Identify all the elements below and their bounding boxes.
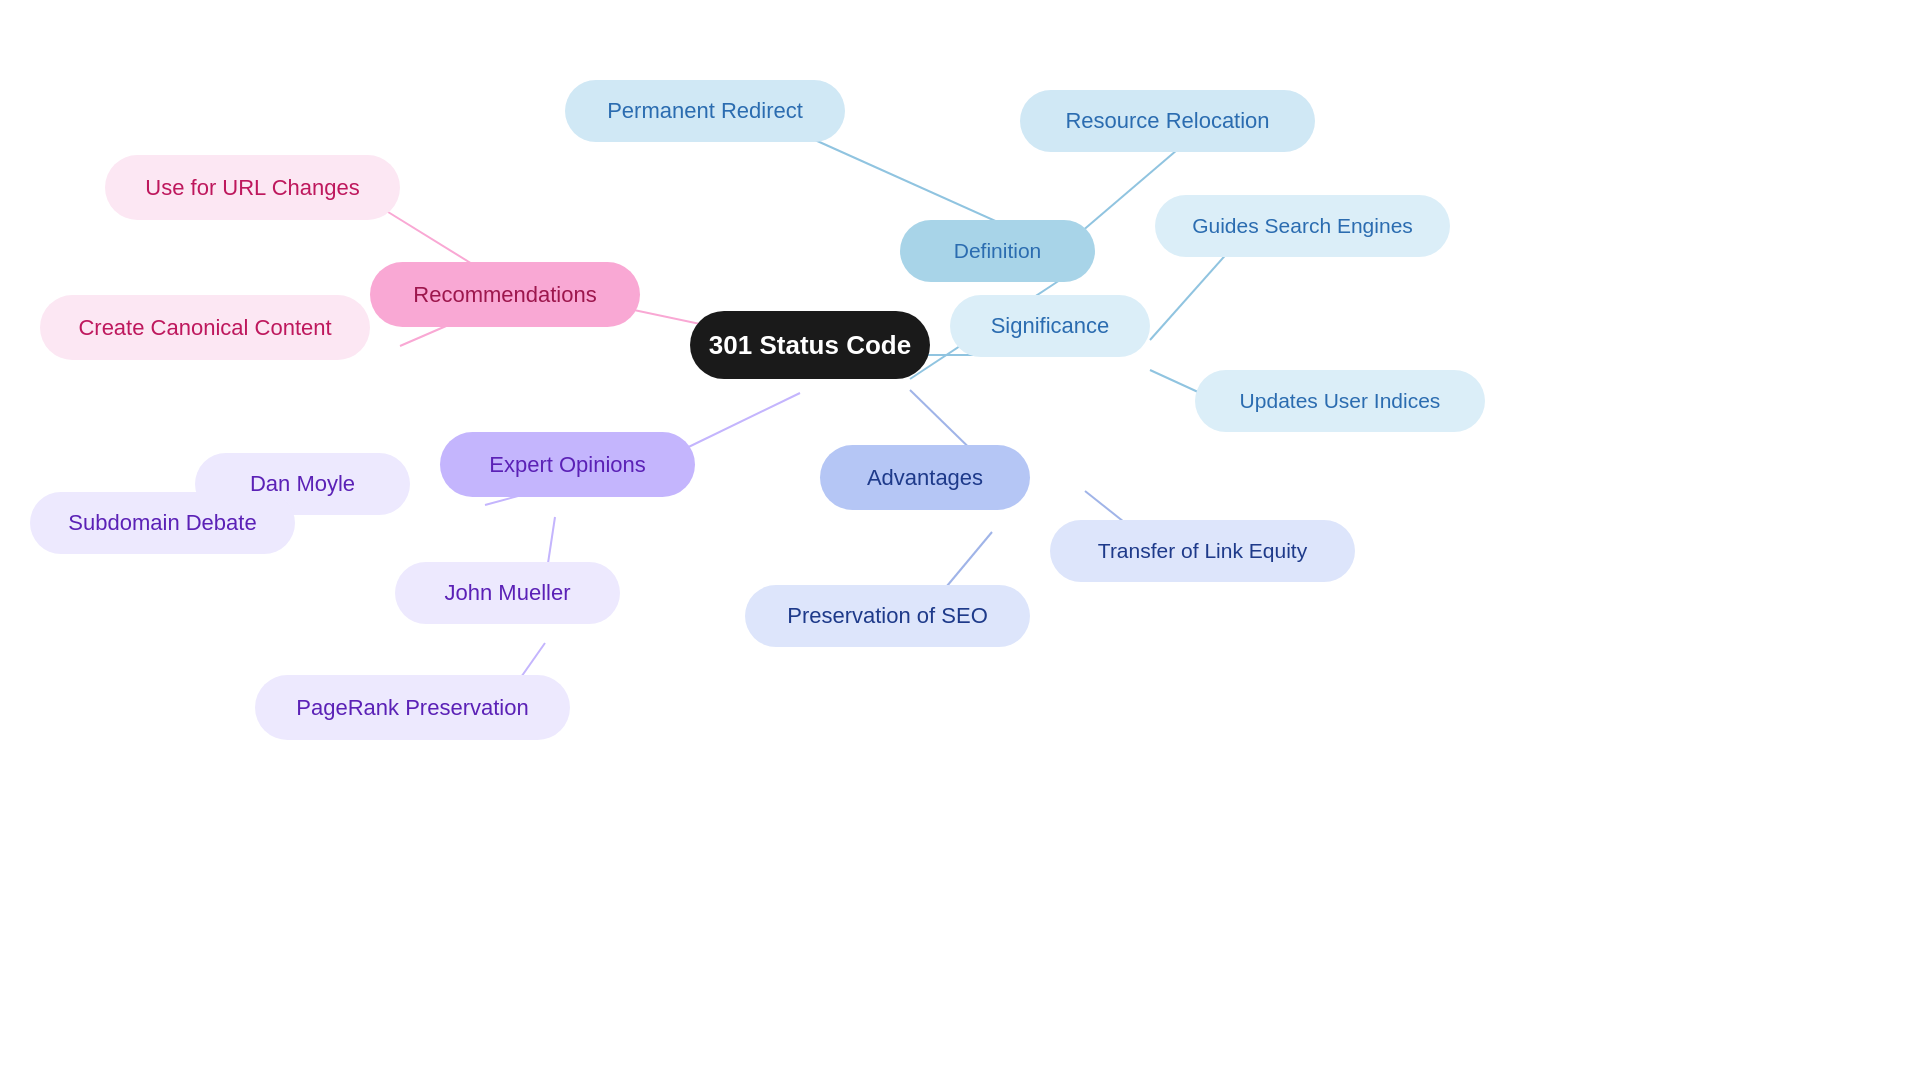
preservation-seo-node: Preservation of SEO xyxy=(745,585,1030,647)
subdomain-debate-node: Subdomain Debate xyxy=(30,492,295,554)
use-url-changes-node: Use for URL Changes xyxy=(105,155,400,220)
svg-line-4 xyxy=(1150,250,1230,340)
significance-node: Significance xyxy=(950,295,1150,357)
transfer-link-equity-node: Transfer of Link Equity xyxy=(1050,520,1355,582)
definition-node: Definition xyxy=(900,220,1095,282)
recommendations-node: Recommendations xyxy=(370,262,640,327)
pagerank-preservation-node: PageRank Preservation xyxy=(255,675,570,740)
guides-search-engines-node: Guides Search Engines xyxy=(1155,195,1450,257)
create-canonical-node: Create Canonical Content xyxy=(40,295,370,360)
advantages-node: Advantages xyxy=(820,445,1030,510)
mind-map: 301 Status Code Definition Permanent Red… xyxy=(0,0,1920,1083)
resource-relocation-node: Resource Relocation xyxy=(1020,90,1315,152)
john-mueller-node: John Mueller xyxy=(395,562,620,624)
permanent-redirect-node: Permanent Redirect xyxy=(565,80,845,142)
center-node: 301 Status Code xyxy=(690,311,930,379)
expert-opinions-node: Expert Opinions xyxy=(440,432,695,497)
updates-user-indices-node: Updates User Indices xyxy=(1195,370,1485,432)
